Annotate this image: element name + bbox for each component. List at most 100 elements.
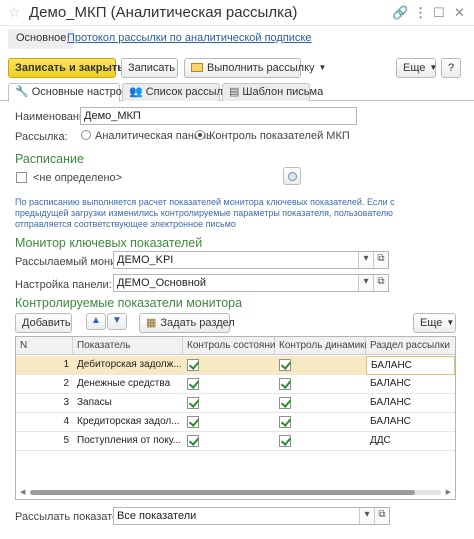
table-row[interactable]: 4 Кредиторская задол... БАЛАНС — [16, 413, 455, 432]
column-header-dynamics[interactable]: Контроль динамики — [275, 337, 370, 355]
cell-section[interactable]: БАЛАНС — [366, 394, 455, 413]
wrench-icon: 🔧 — [15, 86, 29, 98]
people-icon: 👥 — [129, 86, 143, 98]
cell-n: 3 — [63, 397, 69, 408]
help-icon: ? — [447, 62, 455, 74]
section-icon: ▦ — [146, 317, 157, 329]
cell-indicator: Денежные средства — [77, 378, 171, 389]
close-icon[interactable]: ✕ — [454, 5, 465, 21]
move-up-button[interactable]: ▲ — [86, 313, 106, 330]
indicators-table[interactable]: N Показатель Контроль состояния Контроль… — [15, 336, 456, 500]
star-icon[interactable]: ☆ — [8, 4, 21, 21]
cell-section[interactable]: БАЛАНС — [366, 413, 455, 432]
dynamics-checkbox[interactable] — [279, 359, 291, 371]
tab-letter-template[interactable]: ▤ Шаблон письма — [222, 83, 323, 101]
cell-section[interactable]: БАЛАНС — [366, 356, 455, 375]
save-label: Записать — [128, 62, 176, 74]
scroll-left-icon[interactable]: ◀ — [20, 488, 25, 496]
nav-protocol-link[interactable]: Протокол рассылки по аналитической подпи… — [67, 32, 312, 44]
table-row[interactable]: 3 Запасы БАЛАНС — [16, 394, 455, 413]
tab-label: Шаблон письма — [242, 86, 324, 98]
scroll-right-icon[interactable]: ▶ — [446, 488, 451, 496]
maximize-icon[interactable]: ☐ — [433, 5, 445, 21]
panel-value: ДЕМО_Основной — [117, 277, 207, 289]
chevron-down-icon: ▼ — [446, 318, 455, 327]
save-button[interactable]: Записать — [121, 58, 178, 78]
cell-n: 2 — [63, 378, 69, 389]
state-checkbox[interactable] — [187, 359, 199, 371]
schedule-value: <не определено> — [33, 172, 123, 184]
schedule-note-line: отправляется соответствующее электронное… — [15, 219, 236, 229]
mailing-option-label: Контроль показателей МКП — [209, 130, 350, 142]
dynamics-checkbox[interactable] — [279, 435, 291, 447]
open-icon[interactable]: ⧉ — [373, 252, 388, 268]
send-indicators-field[interactable]: Все показатели ▾ ⧉ — [113, 507, 390, 525]
dropdown-icon[interactable]: ▾ — [359, 508, 374, 524]
dynamics-checkbox[interactable] — [279, 397, 291, 409]
column-header-section[interactable]: Раздел рассылки — [366, 337, 455, 355]
chevron-down-icon: ▼ — [318, 63, 327, 72]
run-mailing-button[interactable]: Выполнить рассылку ▼ — [184, 58, 326, 78]
name-field[interactable]: Демо_МКП — [80, 107, 357, 125]
schedule-note-line: предыдущей загрузки изменились контролир… — [15, 208, 393, 218]
clock-icon — [288, 172, 297, 181]
cell-section[interactable]: БАЛАНС — [366, 375, 455, 394]
open-icon[interactable]: ⧉ — [374, 508, 389, 524]
add-label: Добавить — [22, 317, 71, 329]
more-icon[interactable]: ⋮ — [414, 5, 427, 21]
open-icon[interactable]: ⧉ — [373, 275, 388, 291]
column-header-state[interactable]: Контроль состояния — [183, 337, 281, 355]
monitor-field[interactable]: ДЕМО_KPI ▾ ⧉ — [113, 251, 389, 269]
more-label: Еще — [403, 62, 426, 74]
mailing-option-panel[interactable]: Аналитическая панель — [81, 130, 212, 142]
schedule-note-line: По расписанию выполняется расчет показат… — [15, 197, 395, 207]
dynamics-checkbox[interactable] — [279, 378, 291, 390]
add-button[interactable]: Добавить — [15, 313, 72, 333]
state-checkbox[interactable] — [187, 378, 199, 390]
cell-n: 4 — [63, 416, 69, 427]
name-value: Демо_МКП — [84, 110, 141, 122]
state-checkbox[interactable] — [187, 416, 199, 428]
table-row[interactable]: 1 Дебиторская задолж... БАЛАНС — [16, 356, 455, 375]
link-icon[interactable]: 🔗 — [392, 5, 408, 21]
nav-main[interactable]: Основное — [8, 29, 75, 49]
save-close-button[interactable]: Записать и закрыть — [8, 58, 124, 78]
tab-mailing-list[interactable]: 👥 Список рассылки — [122, 83, 234, 101]
schedule-checkbox[interactable] — [16, 172, 27, 183]
move-down-button[interactable]: ▼ — [107, 313, 127, 330]
cell-n: 1 — [63, 359, 69, 370]
dropdown-icon[interactable]: ▾ — [358, 275, 373, 291]
radio-button[interactable] — [81, 130, 91, 140]
run-mailing-label: Выполнить рассылку — [207, 62, 315, 74]
table-row[interactable]: 2 Денежные средства БАЛАНС — [16, 375, 455, 394]
set-section-button[interactable]: ▦ Задать раздел — [139, 313, 235, 333]
arrow-up-icon: ▲ — [91, 315, 101, 326]
panel-label: Настройка панели: — [15, 279, 112, 291]
cell-section[interactable]: ДДС — [366, 432, 455, 451]
dynamics-checkbox[interactable] — [279, 416, 291, 428]
tab-strip: 🔧 Основные настройки 👥 Список рассылки ▤ Ша… — [0, 83, 474, 102]
more-button[interactable]: Еще ▼ — [396, 58, 437, 78]
dropdown-icon[interactable]: ▾ — [358, 252, 373, 268]
table-row[interactable]: 5 Поступления от поку... ДДС — [16, 432, 455, 451]
radio-button[interactable] — [195, 130, 205, 140]
horizontal-scrollbar[interactable]: ◀ ▶ — [18, 488, 453, 497]
column-header-indicator[interactable]: Показатель — [73, 337, 183, 355]
state-checkbox[interactable] — [187, 435, 199, 447]
scroll-thumb[interactable] — [30, 490, 415, 495]
grid-more-button[interactable]: Еще ▼ — [413, 313, 456, 333]
column-header-n[interactable]: N — [16, 337, 73, 355]
window-title: Демо_МКП (Аналитическая рассылка) — [29, 4, 298, 21]
mailing-option-kpi[interactable]: Контроль показателей МКП — [195, 130, 350, 142]
monitor-value: ДЕМО_KPI — [117, 254, 174, 266]
cell-n: 5 — [63, 435, 69, 446]
schedule-settings-button[interactable] — [283, 167, 301, 185]
panel-field[interactable]: ДЕМО_Основной ▾ ⧉ — [113, 274, 389, 292]
cell-indicator: Дебиторская задолж... — [77, 359, 182, 370]
grid-more-label: Еще — [420, 317, 443, 329]
state-checkbox[interactable] — [187, 397, 199, 409]
mailing-label: Рассылка: — [15, 131, 68, 143]
tab-main-settings[interactable]: 🔧 Основные настройки — [8, 83, 139, 102]
title-bar: ☆ Демо_МКП (Аналитическая рассылка) 🔗 ⋮ … — [0, 0, 474, 26]
help-button[interactable]: ? — [441, 58, 461, 78]
